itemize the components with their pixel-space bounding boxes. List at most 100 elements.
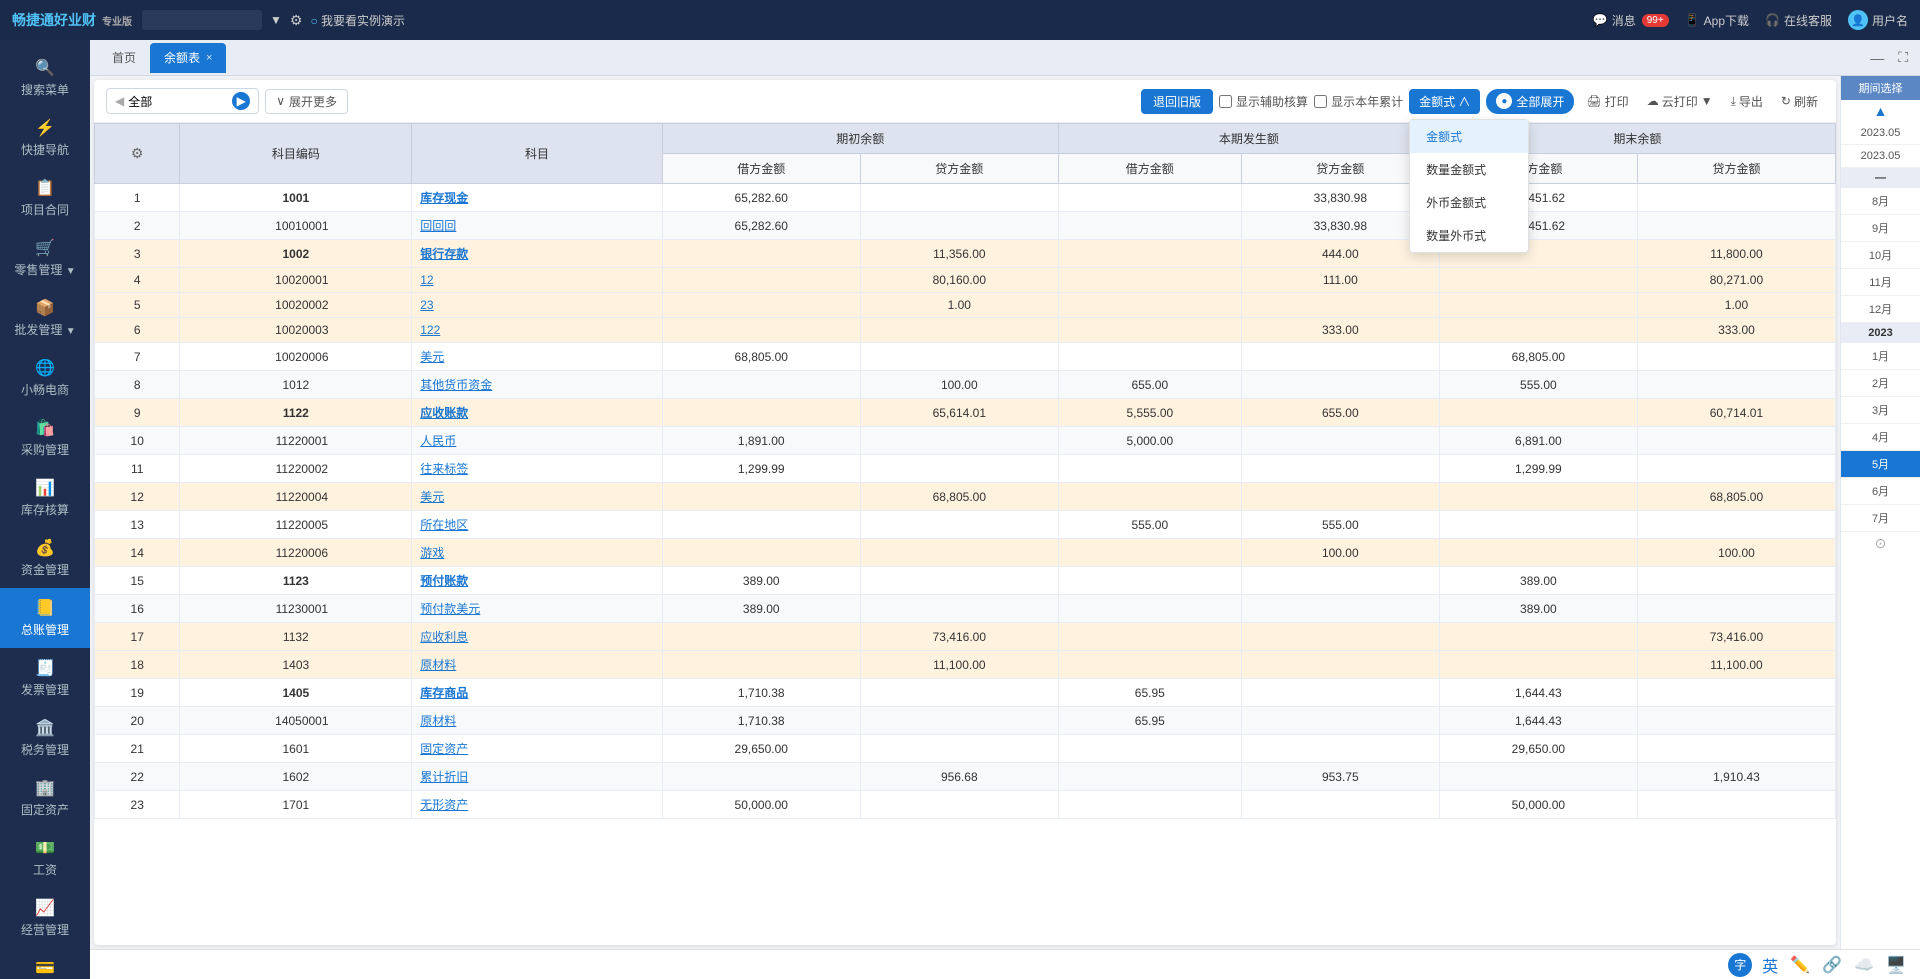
- row-subject[interactable]: 游戏: [412, 539, 662, 567]
- messages-btn[interactable]: 💬 消息 99+: [1593, 12, 1669, 29]
- row-subject[interactable]: 库存商品: [412, 679, 662, 707]
- sidebar-item-invoice[interactable]: 🧾 发票管理: [0, 648, 90, 708]
- mode-btn[interactable]: 金额式 ∧: [1409, 89, 1480, 114]
- period-2023-05-second[interactable]: 2023.05: [1841, 145, 1920, 168]
- period-may[interactable]: 5月: [1841, 451, 1920, 478]
- ytd-checkbox-group[interactable]: 显示本年累计: [1314, 93, 1403, 110]
- expand-all-btn[interactable]: ● 全部展开: [1486, 89, 1574, 114]
- dropdown-item-qty-foreign[interactable]: 数量外币式: [1410, 219, 1528, 252]
- dropdown-item-qty-amount[interactable]: 数量金额式: [1410, 153, 1528, 186]
- sidebar-item-wholesale[interactable]: 📦 批发管理 ▼: [0, 288, 90, 348]
- sidebar-item-quicknav[interactable]: ⚡ 快捷导航: [0, 108, 90, 168]
- sidebar-item-assets[interactable]: 🏢 固定资产: [0, 768, 90, 828]
- row-subject[interactable]: 人民币: [412, 427, 662, 455]
- row-subject[interactable]: 库存现金: [412, 184, 662, 212]
- sidebar-item-funds[interactable]: 💰 资金管理: [0, 528, 90, 588]
- row-subject[interactable]: 原材料: [412, 651, 662, 679]
- ytd-checkbox[interactable]: [1314, 95, 1327, 108]
- tab-minimize-btn[interactable]: —: [1866, 48, 1888, 68]
- table-row: 91122应收账款65,614.015,555.00655.0060,714.0…: [95, 399, 1836, 427]
- row-subject[interactable]: 预付款美元: [412, 595, 662, 623]
- period-jul[interactable]: 7月: [1841, 505, 1920, 532]
- row-subject[interactable]: 其他货币资金: [412, 371, 662, 399]
- sidebar-item-management[interactable]: 📈 经营管理: [0, 888, 90, 948]
- cloud-print-btn[interactable]: ☁ 云打印 ▼: [1641, 90, 1719, 113]
- dropdown-item-foreign-amount[interactable]: 外币金额式: [1410, 186, 1528, 219]
- row-subject[interactable]: 无形资产: [412, 791, 662, 819]
- period-apr[interactable]: 4月: [1841, 424, 1920, 451]
- row-subject[interactable]: 美元: [412, 343, 662, 371]
- row-subject[interactable]: 美元: [412, 483, 662, 511]
- search-input[interactable]: [128, 94, 228, 108]
- tab-maximize-btn[interactable]: ⛶: [1894, 47, 1912, 68]
- period-2023-05-first[interactable]: 2023.05: [1841, 122, 1920, 145]
- bottom-chat-btn[interactable]: 字: [1728, 953, 1752, 977]
- tab-close-btn[interactable]: ×: [206, 52, 212, 64]
- row-subject[interactable]: 银行存款: [412, 240, 662, 268]
- bottom-cloud-btn[interactable]: ☁️: [1852, 953, 1876, 977]
- auxiliary-checkbox[interactable]: [1219, 95, 1232, 108]
- bottom-link-btn[interactable]: 🔗: [1820, 953, 1844, 977]
- row-no: 7: [95, 343, 180, 371]
- sidebar-item-contract[interactable]: 📋 项目合同: [0, 168, 90, 228]
- period-nov[interactable]: 11月: [1841, 269, 1920, 296]
- sidebar-item-retail[interactable]: 🛒 零售管理 ▼: [0, 228, 90, 288]
- th-settings[interactable]: ⚙: [95, 124, 180, 184]
- print-btn[interactable]: 🖨 打印: [1580, 90, 1634, 113]
- period-dec[interactable]: 12月: [1841, 296, 1920, 323]
- sidebar-item-ledger[interactable]: 📒 总账管理: [0, 588, 90, 648]
- row-no: 15: [95, 567, 180, 595]
- bottom-lang-btn[interactable]: 英: [1760, 951, 1780, 979]
- period-oct[interactable]: 10月: [1841, 242, 1920, 269]
- return-old-btn[interactable]: 退回旧版: [1141, 89, 1213, 114]
- table-settings-icon[interactable]: ⚙: [131, 145, 144, 161]
- online-service-btn[interactable]: 🎧 在线客服: [1765, 12, 1832, 29]
- expand-more-btn[interactable]: ∨ 展开更多: [265, 89, 348, 114]
- period-mar[interactable]: 3月: [1841, 397, 1920, 424]
- tab-home[interactable]: 首页: [98, 43, 150, 73]
- nav-input[interactable]: [142, 10, 262, 30]
- row-subject[interactable]: 预付账款: [412, 567, 662, 595]
- row-no: 4: [95, 268, 180, 293]
- sidebar-item-ecommerce[interactable]: 🌐 小畅电商: [0, 348, 90, 408]
- user-btn[interactable]: 👤 用户名: [1848, 10, 1908, 30]
- period-scroll-down[interactable]: ⊙: [1841, 532, 1920, 555]
- tab-balance[interactable]: 余额表 ×: [150, 43, 226, 73]
- row-subject[interactable]: 122: [412, 318, 662, 343]
- row-p-credit: 555.00: [1241, 511, 1439, 539]
- search-forward-btn[interactable]: ▶: [232, 92, 250, 110]
- refresh-btn[interactable]: ↻ 刷新: [1775, 90, 1824, 113]
- app-download-btn[interactable]: 📱 App下载: [1685, 12, 1749, 29]
- row-subject[interactable]: 固定资产: [412, 735, 662, 763]
- sidebar-item-inventory[interactable]: 📊 库存核算: [0, 468, 90, 528]
- period-jan[interactable]: 1月: [1841, 343, 1920, 370]
- period-scroll-up[interactable]: ▲: [1841, 100, 1920, 122]
- sidebar-item-purchase[interactable]: 🛍️ 采购管理: [0, 408, 90, 468]
- row-subject[interactable]: 12: [412, 268, 662, 293]
- export-btn[interactable]: ⤓ 导出: [1725, 90, 1769, 113]
- sidebar-item-payroll[interactable]: 💵 工资: [0, 828, 90, 888]
- period-feb[interactable]: 2月: [1841, 370, 1920, 397]
- row-subject[interactable]: 应收账款: [412, 399, 662, 427]
- bottom-edit-btn[interactable]: ✏️: [1788, 953, 1812, 977]
- period-jun[interactable]: 6月: [1841, 478, 1920, 505]
- sidebar-item-tax[interactable]: 🏛️ 税务管理: [0, 708, 90, 768]
- sidebar-item-search[interactable]: 🔍 搜索菜单: [0, 48, 90, 108]
- row-p-credit: [1241, 293, 1439, 318]
- row-subject[interactable]: 回回回: [412, 212, 662, 240]
- row-subject[interactable]: 所在地区: [412, 511, 662, 539]
- bottom-screen-btn[interactable]: 🖥️: [1884, 953, 1908, 977]
- period-sep[interactable]: 9月: [1841, 215, 1920, 242]
- sidebar-item-expense[interactable]: 💳 小畅报销: [0, 948, 90, 979]
- row-subject[interactable]: 原材料: [412, 707, 662, 735]
- row-subject[interactable]: 往来标签: [412, 455, 662, 483]
- dropdown-item-amount[interactable]: 金额式: [1410, 120, 1528, 153]
- settings-icon[interactable]: ⚙: [290, 12, 303, 29]
- period-aug[interactable]: 8月: [1841, 188, 1920, 215]
- row-subject[interactable]: 应收利息: [412, 623, 662, 651]
- row-subject[interactable]: 累计折旧: [412, 763, 662, 791]
- demo-text[interactable]: ○ 我要看实例演示: [310, 12, 405, 29]
- nav-dropdown-icon[interactable]: ▼: [270, 13, 282, 27]
- auxiliary-checkbox-group[interactable]: 显示辅助核算: [1219, 93, 1308, 110]
- row-subject[interactable]: 23: [412, 293, 662, 318]
